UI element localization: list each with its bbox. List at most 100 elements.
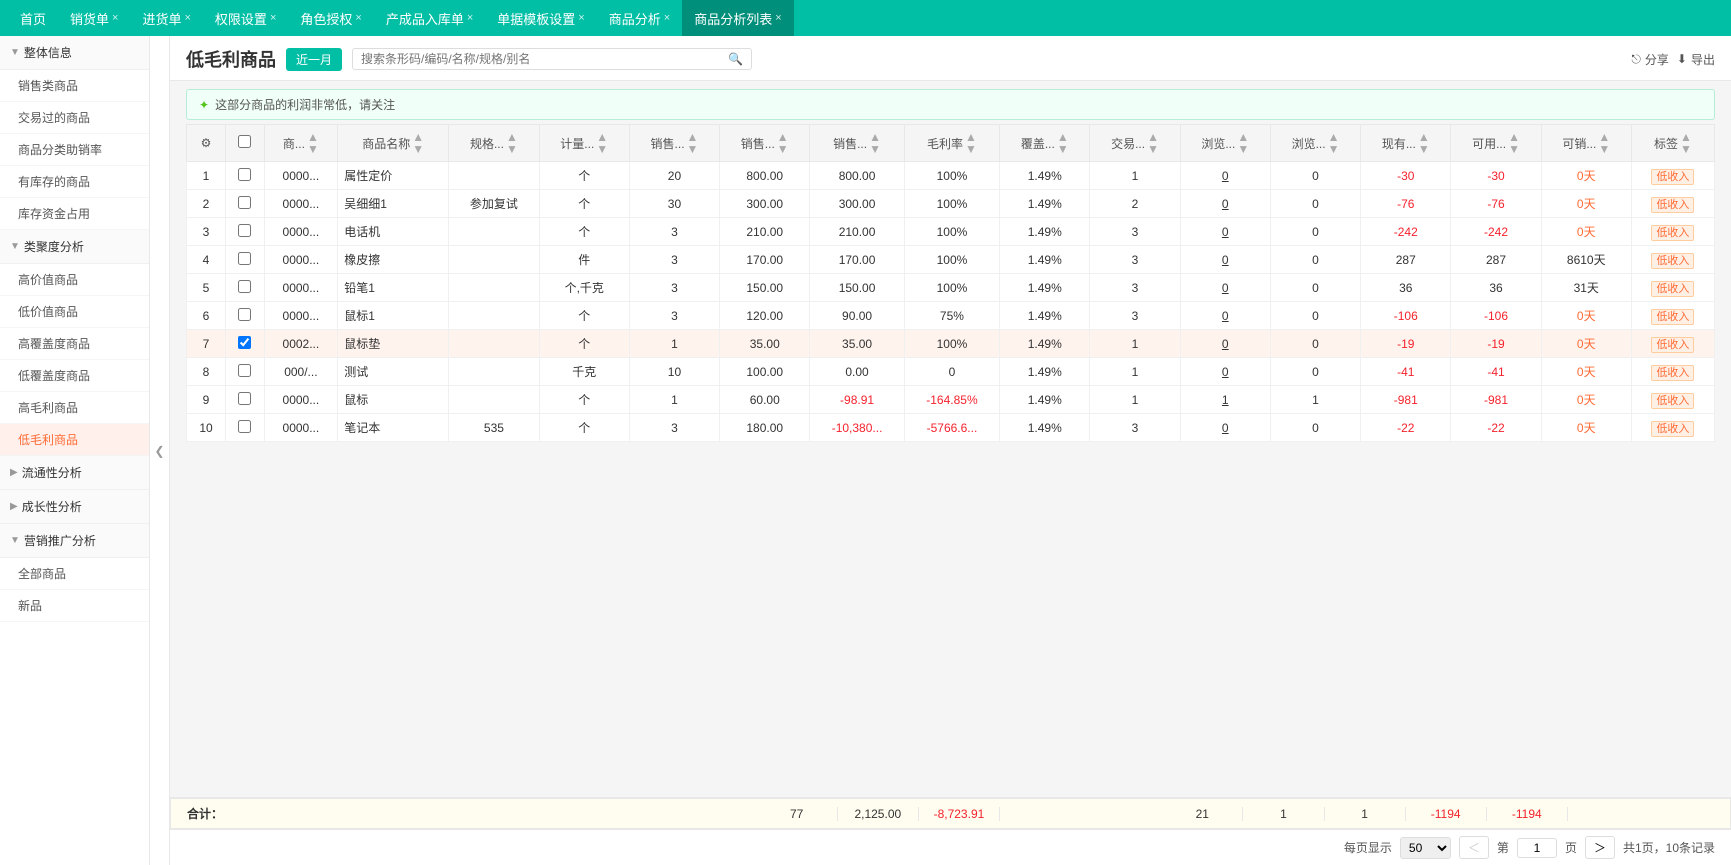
page-number-input[interactable] [1517,838,1557,858]
col-header-gross_margin[interactable]: 毛利率 ▲▼ [904,125,999,162]
cell-browse1[interactable]: 0 [1180,218,1270,246]
nav-close-icon[interactable]: × [112,12,118,24]
col-header-spec[interactable]: 规格... ▲▼ [449,125,539,162]
select-all-checkbox[interactable] [238,135,251,148]
search-input[interactable] [361,52,728,66]
nav-item-商品分析列表[interactable]: 商品分析列表 × [682,0,793,36]
cell-browse1[interactable]: 0 [1180,274,1270,302]
sidebar-item-销售类商品[interactable]: 销售类商品 [0,70,149,102]
col-header-sales_amount[interactable]: 销售... ▲▼ [810,125,904,162]
nav-item-商品分析[interactable]: 商品分析 × [597,0,682,36]
col-header-unit[interactable]: 计量... ▲▼ [539,125,629,162]
nav-item-进货单[interactable]: 进货单 × [130,0,202,36]
sidebar-group-整体信息[interactable]: ▼ 整体信息 [0,36,149,70]
cell-checkbox[interactable] [226,162,265,190]
nav-close-icon[interactable]: × [184,12,190,24]
cell-browse1[interactable]: 0 [1180,330,1270,358]
row-checkbox[interactable] [238,364,251,377]
col-header-tag[interactable]: 标签 ▲▼ [1631,125,1714,162]
browse-link[interactable]: 0 [1222,337,1229,351]
cell-checkbox[interactable] [226,358,265,386]
nav-item-角色授权[interactable]: 角色授权 × [288,0,373,36]
col-header-browse2[interactable]: 浏览... ▲▼ [1270,125,1360,162]
nav-item-产成品入库单[interactable]: 产成品入库单 × [374,0,485,36]
browse-link[interactable]: 0 [1222,225,1229,239]
sidebar-group-营销推广分析[interactable]: ▼ 营销推广分析 [0,524,149,558]
col-header-sales_price[interactable]: 销售... ▲▼ [720,125,810,162]
cell-checkbox[interactable] [226,190,265,218]
nav-close-icon[interactable]: × [467,12,473,24]
row-checkbox[interactable] [238,280,251,293]
browse-link[interactable]: 1 [1222,393,1229,407]
nav-item-首页[interactable]: 首页 [8,0,58,36]
col-header-code[interactable]: 商... ▲▼ [264,125,338,162]
col-header-coverage[interactable]: 覆盖... ▲▼ [1000,125,1090,162]
row-checkbox[interactable] [238,420,251,433]
row-checkbox[interactable] [238,224,251,237]
row-checkbox[interactable] [238,168,251,181]
cell-checkbox[interactable] [226,414,265,442]
browse-link[interactable]: 0 [1222,253,1229,267]
row-checkbox[interactable] [238,308,251,321]
col-header-current_stock[interactable]: 现有... ▲▼ [1361,125,1451,162]
browse-link[interactable]: 0 [1222,281,1229,295]
col-header-name[interactable]: 商品名称 ▲▼ [338,125,449,162]
sidebar-group-成长性分析[interactable]: ▶ 成长性分析 [0,490,149,524]
date-filter-button[interactable]: 近一月 [286,48,342,71]
cell-checkbox[interactable] [226,386,265,414]
settings-icon[interactable]: ⚙ [201,136,212,150]
sidebar-item-高毛利商品[interactable]: 高毛利商品 [0,392,149,424]
browse-link[interactable]: 0 [1222,421,1229,435]
col-header-sellable[interactable]: 可销... ▲▼ [1541,125,1631,162]
prev-page-button[interactable]: ＜ [1459,836,1489,859]
page-size-select[interactable]: 50 100 200 [1400,837,1451,859]
sidebar-item-高价值商品[interactable]: 高价值商品 [0,264,149,296]
nav-close-icon[interactable]: × [270,12,276,24]
browse-link[interactable]: 0 [1222,197,1229,211]
browse-link[interactable]: 0 [1222,309,1229,323]
nav-close-icon[interactable]: × [664,12,670,24]
sidebar-item-交易过的商品[interactable]: 交易过的商品 [0,102,149,134]
sidebar-item-全部商品[interactable]: 全部商品 [0,558,149,590]
col-header-transaction[interactable]: 交易... ▲▼ [1090,125,1180,162]
cell-browse1[interactable]: 0 [1180,162,1270,190]
cell-checkbox[interactable] [226,274,265,302]
nav-item-单据模板设置[interactable]: 单据模板设置 × [485,0,596,36]
sidebar-collapse-btn[interactable]: ❮ [150,36,170,865]
sidebar-item-高覆盖度商品[interactable]: 高覆盖度商品 [0,328,149,360]
cell-browse1[interactable]: 1 [1180,386,1270,414]
col-header-browse1[interactable]: 浏览... ▲▼ [1180,125,1270,162]
cell-browse1[interactable]: 0 [1180,414,1270,442]
sidebar-group-类聚度分析[interactable]: ▼ 类聚度分析 [0,230,149,264]
row-checkbox[interactable] [238,336,251,349]
sidebar-item-低覆盖度商品[interactable]: 低覆盖度商品 [0,360,149,392]
cell-checkbox[interactable] [226,330,265,358]
cell-checkbox[interactable] [226,246,265,274]
nav-close-icon[interactable]: × [355,12,361,24]
browse-link[interactable]: 0 [1222,365,1229,379]
row-checkbox[interactable] [238,196,251,209]
cell-browse1[interactable]: 0 [1180,190,1270,218]
nav-close-icon[interactable]: × [578,12,584,24]
sidebar-item-商品分类助销率[interactable]: 商品分类助销率 [0,134,149,166]
nav-close-icon[interactable]: × [775,12,781,24]
sidebar-item-有库存的商品[interactable]: 有库存的商品 [0,166,149,198]
cell-browse1[interactable]: 0 [1180,358,1270,386]
export-button[interactable]: ⬇ 导出 [1677,51,1715,68]
search-icon[interactable]: 🔍 [728,52,743,66]
cell-browse1[interactable]: 0 [1180,302,1270,330]
col-header-sales_qty[interactable]: 销售... ▲▼ [629,125,719,162]
col-header-available[interactable]: 可用... ▲▼ [1451,125,1541,162]
sidebar-item-新品[interactable]: 新品 [0,590,149,622]
sidebar-group-流通性分析[interactable]: ▶ 流通性分析 [0,456,149,490]
next-page-button[interactable]: ＞ [1585,836,1615,859]
cell-checkbox[interactable] [226,218,265,246]
nav-item-权限设置[interactable]: 权限设置 × [203,0,288,36]
row-checkbox[interactable] [238,252,251,265]
sidebar-item-低毛利商品[interactable]: 低毛利商品 [0,424,149,456]
browse-link[interactable]: 0 [1222,169,1229,183]
sidebar-item-低价值商品[interactable]: 低价值商品 [0,296,149,328]
cell-browse1[interactable]: 0 [1180,246,1270,274]
nav-item-销货单[interactable]: 销货单 × [58,0,130,36]
sidebar-item-库存资金占用[interactable]: 库存资金占用 [0,198,149,230]
